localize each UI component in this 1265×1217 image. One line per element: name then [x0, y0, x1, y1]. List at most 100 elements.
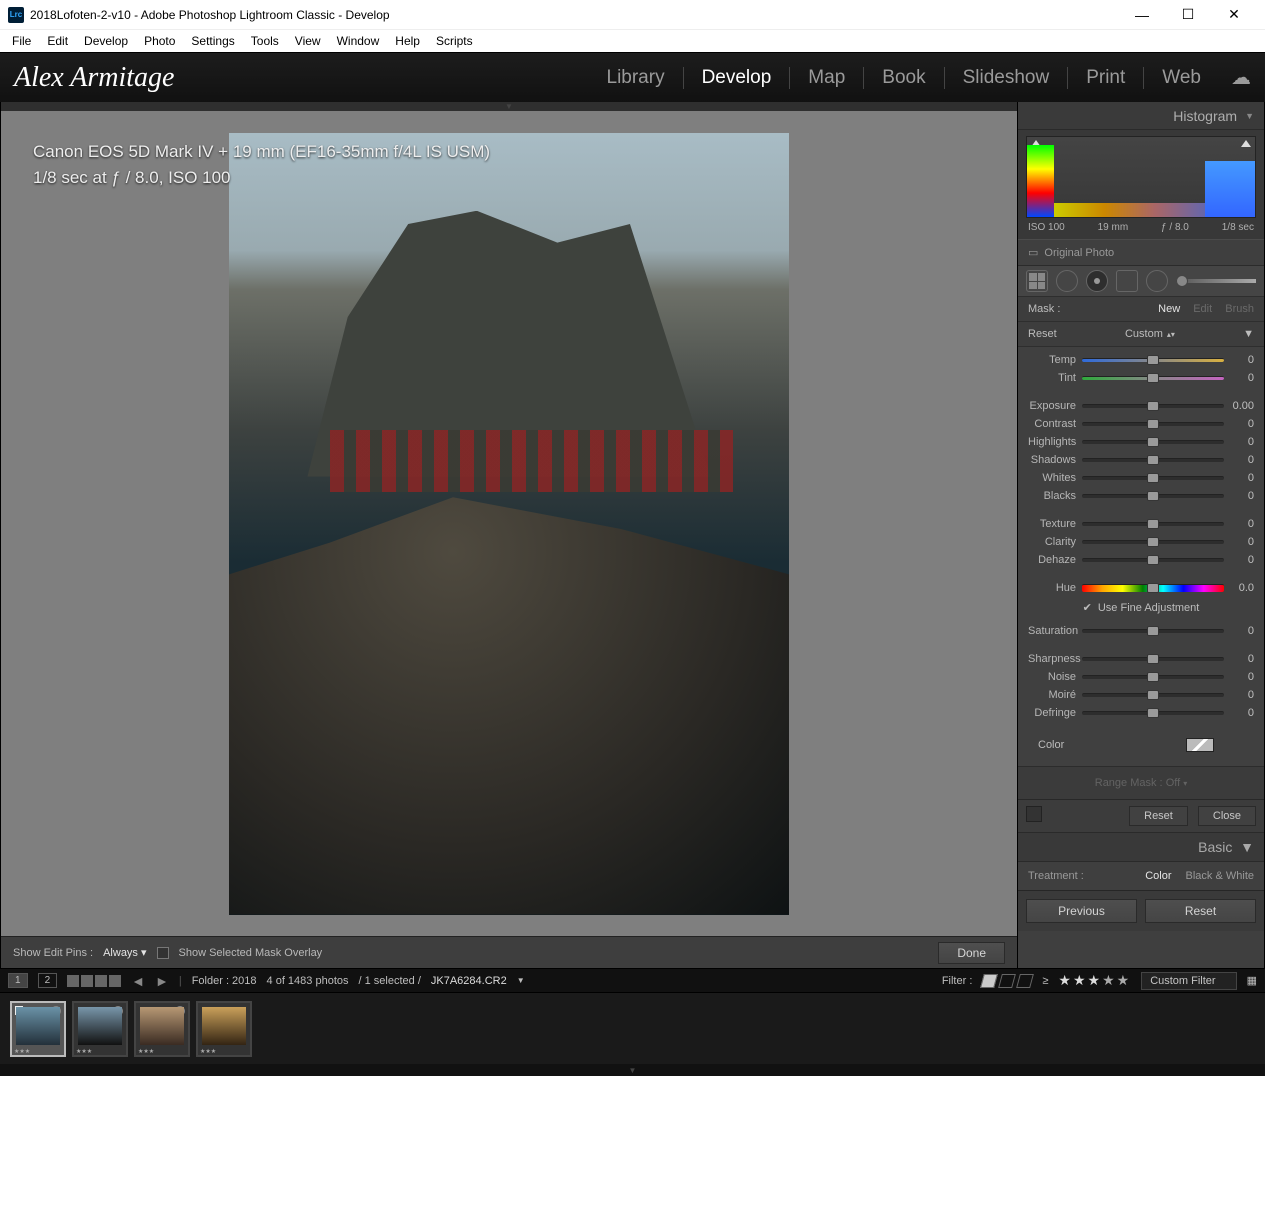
- slider-tint[interactable]: Tint0: [1028, 369, 1254, 387]
- slider-contrast[interactable]: Contrast0: [1028, 415, 1254, 433]
- cloud-sync-icon[interactable]: ☁: [1231, 65, 1251, 90]
- menu-develop[interactable]: Develop: [76, 32, 136, 50]
- edit-pins-dropdown[interactable]: Always ▾: [103, 946, 146, 959]
- filter-flags[interactable]: [982, 974, 1032, 988]
- color-swatch[interactable]: [1186, 738, 1214, 752]
- module-map[interactable]: Map: [790, 67, 864, 89]
- effect-mode-dropdown[interactable]: Custom▴▾: [1125, 328, 1175, 340]
- menu-photo[interactable]: Photo: [136, 32, 183, 50]
- thumbnail[interactable]: ★★★: [196, 1001, 252, 1057]
- slider-noise[interactable]: Noise0: [1028, 668, 1254, 686]
- radial-tool-icon[interactable]: [1146, 270, 1168, 292]
- chevron-down-icon[interactable]: ▼: [1243, 328, 1254, 340]
- slider-exposure[interactable]: Exposure0.00: [1028, 397, 1254, 415]
- effect-row: Reset Custom▴▾ ▼: [1018, 322, 1264, 347]
- module-develop[interactable]: Develop: [684, 67, 791, 89]
- slider-clarity[interactable]: Clarity0: [1028, 533, 1254, 551]
- module-web[interactable]: Web: [1144, 67, 1219, 89]
- slider-moire[interactable]: Moiré0: [1028, 686, 1254, 704]
- thumbnail[interactable]: 2★★★: [10, 1001, 66, 1057]
- reset-all-button[interactable]: Reset: [1145, 899, 1256, 923]
- maximize-button[interactable]: ☐: [1165, 0, 1211, 30]
- basic-panel-header[interactable]: Basic ▼: [1018, 832, 1264, 861]
- module-slideshow[interactable]: Slideshow: [945, 67, 1069, 89]
- mask-reset-button[interactable]: Reset: [1129, 806, 1188, 826]
- flag-rejected-icon[interactable]: [1016, 974, 1034, 988]
- spot-tool-icon[interactable]: [1056, 270, 1078, 292]
- panel-switch-icon[interactable]: [1026, 806, 1042, 822]
- photo-count: 4 of 1483 photos: [267, 975, 349, 987]
- panel-collapse-bottom[interactable]: ▼: [0, 1064, 1265, 1076]
- panel-collapse-top[interactable]: ▼: [1, 102, 1017, 111]
- redeye-tool-icon[interactable]: [1086, 270, 1108, 292]
- menu-edit[interactable]: Edit: [39, 32, 76, 50]
- minimize-button[interactable]: —: [1119, 0, 1165, 30]
- menu-file[interactable]: File: [4, 32, 39, 50]
- done-button[interactable]: Done: [938, 942, 1005, 964]
- menu-view[interactable]: View: [287, 32, 329, 50]
- rating-comparator[interactable]: ≥: [1042, 975, 1048, 987]
- fine-adjust-row[interactable]: ✔Use Fine Adjustment: [1028, 597, 1254, 622]
- filter-dropdown[interactable]: Custom Filter: [1141, 972, 1236, 990]
- module-library[interactable]: Library: [589, 67, 684, 89]
- image-canvas[interactable]: Canon EOS 5D Mark IV + 19 mm (EF16-35mm …: [1, 111, 1017, 936]
- slider-saturation[interactable]: Saturation0: [1028, 622, 1254, 640]
- slider-hue[interactable]: Hue0.0: [1028, 579, 1254, 597]
- slider-blacks[interactable]: Blacks0: [1028, 487, 1254, 505]
- grid-view-icon[interactable]: [67, 975, 121, 987]
- crop-tool-icon[interactable]: [1026, 270, 1048, 292]
- hist-shutter: 1/8 sec: [1222, 222, 1254, 233]
- slider-defringe[interactable]: Defringe0: [1028, 704, 1254, 722]
- mask-label: Mask :: [1028, 303, 1060, 315]
- close-window-button[interactable]: ✕: [1211, 0, 1257, 30]
- rectangle-icon: ▭: [1028, 246, 1038, 259]
- view-mode-1[interactable]: 1: [8, 973, 28, 988]
- nav-forward-icon[interactable]: ►: [155, 973, 169, 989]
- slider-highlights[interactable]: Highlights0: [1028, 433, 1254, 451]
- module-book[interactable]: Book: [864, 67, 944, 89]
- thumbnail[interactable]: ★★★: [72, 1001, 128, 1057]
- slider-shadows[interactable]: Shadows0: [1028, 451, 1254, 469]
- nav-back-icon[interactable]: ◄: [131, 973, 145, 989]
- photo-preview: [229, 133, 789, 915]
- brush-tool-icon[interactable]: [1176, 279, 1256, 283]
- histogram-graph[interactable]: [1026, 136, 1256, 218]
- treatment-color[interactable]: Color: [1145, 870, 1171, 882]
- previous-button[interactable]: Previous: [1026, 899, 1137, 923]
- range-mask-row: Range Mask : Off ▾: [1018, 766, 1264, 799]
- toolbar: Show Edit Pins : Always ▾ Show Selected …: [1, 936, 1017, 968]
- menu-settings[interactable]: Settings: [183, 32, 242, 50]
- filename-dropdown-icon[interactable]: ▼: [517, 976, 525, 985]
- flag-picked-icon[interactable]: [980, 974, 998, 988]
- highlight-clip-icon[interactable]: [1241, 140, 1251, 147]
- menu-scripts[interactable]: Scripts: [428, 32, 481, 50]
- exif-line-1: Canon EOS 5D Mark IV + 19 mm (EF16-35mm …: [33, 139, 490, 165]
- view-mode-2[interactable]: 2: [38, 973, 58, 988]
- original-photo-row[interactable]: ▭ Original Photo: [1018, 239, 1264, 266]
- module-print[interactable]: Print: [1068, 67, 1144, 89]
- filter-lock-icon[interactable]: ▦: [1247, 974, 1257, 987]
- histogram-header[interactable]: Histogram ▼: [1018, 102, 1264, 130]
- hist-focal: 19 mm: [1098, 222, 1129, 233]
- slider-dehaze[interactable]: Dehaze0: [1028, 551, 1254, 569]
- slider-texture[interactable]: Texture0: [1028, 515, 1254, 533]
- mask-overlay-checkbox[interactable]: [157, 947, 169, 959]
- filter-stars[interactable]: ★★★★★: [1058, 972, 1131, 989]
- slider-sharpness[interactable]: Sharpness0: [1028, 650, 1254, 668]
- gradient-tool-icon[interactable]: [1116, 270, 1138, 292]
- folder-label[interactable]: Folder : 2018: [192, 975, 257, 987]
- menu-tools[interactable]: Tools: [243, 32, 287, 50]
- menu-help[interactable]: Help: [387, 32, 428, 50]
- filmstrip[interactable]: 2★★★ ★★★ ★★★ ★★★: [0, 992, 1265, 1064]
- effect-reset-link[interactable]: Reset: [1028, 328, 1057, 340]
- thumbnail[interactable]: ★★★: [134, 1001, 190, 1057]
- identity-plate: Alex Armitage: [14, 62, 589, 94]
- window-title: 2018Lofoten-2-v10 - Adobe Photoshop Ligh…: [30, 8, 1119, 22]
- slider-whites[interactable]: Whites0: [1028, 469, 1254, 487]
- flag-unflagged-icon[interactable]: [998, 974, 1016, 988]
- mask-close-button[interactable]: Close: [1198, 806, 1256, 826]
- treatment-bw[interactable]: Black & White: [1186, 870, 1254, 882]
- mask-new-button[interactable]: New: [1158, 303, 1180, 315]
- slider-temp[interactable]: Temp0: [1028, 351, 1254, 369]
- menu-window[interactable]: Window: [329, 32, 388, 50]
